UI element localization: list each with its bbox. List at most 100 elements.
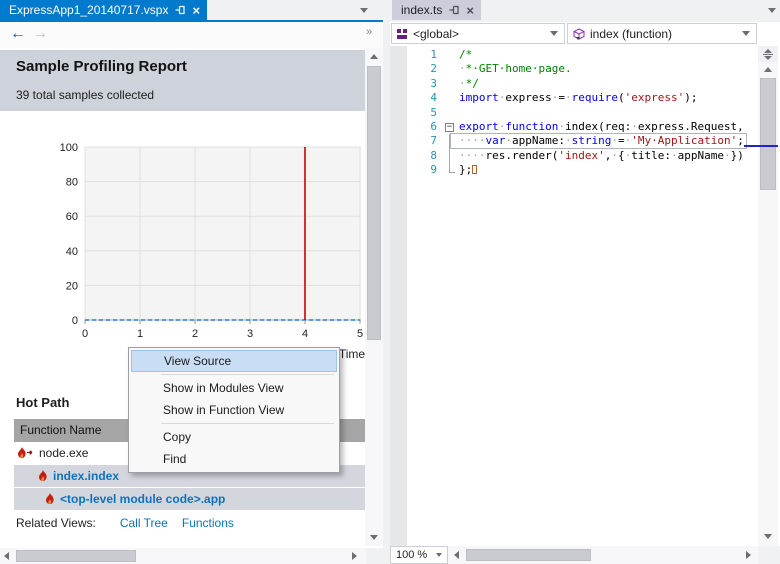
code-token: function (505, 120, 559, 133)
outline-guide-line (449, 148, 450, 164)
code-token: = (617, 134, 625, 148)
outline-guide-end (449, 171, 455, 173)
pin-icon[interactable] (449, 5, 459, 15)
fold-collapse-icon[interactable]: − (445, 122, 454, 132)
editor-zoom-dropdown[interactable]: 100 % (390, 546, 448, 564)
code-line-2[interactable]: ·*·GET·home·page. (459, 62, 756, 76)
code-token: ); (684, 91, 698, 105)
editor-bottom-bar: 100 % (390, 546, 780, 564)
svg-text:3: 3 (247, 328, 253, 340)
scope-dropdown[interactable]: <global> (391, 23, 565, 44)
code-token: appName: (512, 134, 565, 148)
scroll-left-icon[interactable] (454, 551, 459, 559)
line-number: 6 (430, 120, 437, 133)
breakpoint-margin[interactable] (390, 46, 407, 546)
function-name-label[interactable]: <top-level module code>.app (60, 488, 225, 511)
pane-separator[interactable] (383, 0, 390, 564)
cpu-usage-chart: 0 1 2 3 4 5 0 20 40 60 80 100 Time (0, 115, 390, 367)
code-line-4[interactable]: import·express·=·require('express'); (459, 91, 756, 105)
chevron-down-icon[interactable] (742, 31, 750, 36)
menu-item-show-in-modules-view[interactable]: Show in Modules View (131, 377, 337, 399)
flame-icon (39, 470, 47, 481)
related-view-link-functions[interactable]: Functions (182, 516, 234, 530)
forward-button[interactable]: → (32, 25, 48, 43)
report-title: Sample Profiling Report (16, 58, 187, 75)
left-horizontal-scrollbar[interactable] (0, 548, 366, 564)
left-vertical-scrollbar[interactable] (365, 48, 383, 546)
chevron-down-icon[interactable] (436, 553, 442, 557)
scroll-right-icon[interactable] (746, 551, 751, 559)
menu-item-find[interactable]: Find (131, 448, 337, 470)
close-icon[interactable]: × (192, 4, 200, 17)
function-name-label[interactable]: index.index (53, 465, 119, 488)
menu-item-view-source[interactable]: View Source (131, 350, 337, 372)
tab-index-ts[interactable]: index.ts × (392, 0, 481, 20)
scroll-down-icon[interactable] (764, 534, 772, 539)
code-token: · (611, 148, 618, 162)
zoom-value: 100 % (396, 549, 428, 561)
back-button[interactable]: ← (10, 25, 26, 43)
right-tab-strip: index.ts × (390, 0, 780, 22)
hot-path-title: Hot Path (16, 395, 70, 410)
code-token: express (505, 91, 552, 105)
svg-text:100: 100 (60, 142, 78, 154)
scroll-right-icon[interactable] (352, 552, 357, 560)
right-vscroll-thumb[interactable] (760, 78, 776, 190)
member-dropdown[interactable]: index (function) (567, 23, 757, 44)
module-icon (397, 28, 408, 39)
chevron-down-icon[interactable] (550, 31, 558, 36)
menu-item-copy[interactable]: Copy (131, 426, 337, 448)
report-header: Sample Profiling Report 39 total samples… (0, 50, 365, 111)
code-token: · (505, 134, 512, 148)
line-number: 7 (430, 134, 437, 148)
scroll-up-icon[interactable] (370, 54, 378, 59)
code-token: ; (737, 134, 744, 148)
svg-text:80: 80 (66, 177, 78, 189)
code-line-8[interactable]: ····res.render('index',·{·title:·appName… (459, 149, 756, 163)
left-tab-strip: ExpressApp1_20140717.vspx × (0, 0, 390, 22)
code-line-5[interactable] (459, 106, 756, 120)
tab-well-dropdown-icon[interactable] (768, 8, 776, 13)
code-token: title: (631, 148, 671, 162)
code-token: appName (677, 148, 724, 162)
code-token: ( (617, 91, 625, 105)
tab-well-dropdown-icon[interactable] (360, 8, 368, 13)
scope-value: <global> (413, 26, 460, 41)
right-hscroll-thumb[interactable] (466, 549, 591, 561)
code-token: 'index' (558, 148, 605, 162)
menu-separator (161, 423, 334, 424)
code-line-9[interactable]: }; (459, 163, 756, 177)
tab-expressapp-report[interactable]: ExpressApp1_20140717.vspx × (0, 0, 208, 20)
code-line-7[interactable]: ····var·appName:·string·=·'My·Applicatio… (459, 134, 756, 148)
scroll-down-icon[interactable] (370, 535, 378, 540)
scroll-left-icon[interactable] (4, 552, 9, 560)
left-hscroll-thumb[interactable] (16, 550, 136, 562)
code-token: · (611, 134, 618, 148)
svg-text:2: 2 (192, 328, 198, 340)
left-vscroll-thumb[interactable] (367, 66, 381, 340)
pin-icon[interactable] (175, 5, 186, 15)
flame-icon (46, 493, 54, 504)
close-icon[interactable]: × (466, 4, 474, 17)
svg-text:Time: Time (339, 347, 366, 361)
line-number: 3 (430, 76, 437, 90)
menu-item-show-in-function-view[interactable]: Show in Function View (131, 399, 337, 421)
code-line-1[interactable]: /* (459, 48, 756, 62)
code-editor[interactable]: 123456789 − /* ·*·GET·home·page. ·*/import… (390, 46, 758, 546)
editor-splitter-handle[interactable] (758, 46, 778, 62)
code-token: · (670, 148, 678, 162)
hot-path-row-top-level-module-code-app[interactable]: <top-level module code>.app (14, 488, 371, 511)
code-token: · (723, 148, 731, 162)
toolbar-overflow-button[interactable]: » (366, 26, 372, 38)
editor-navigation-bar: <global> index (function) (390, 22, 780, 46)
right-vertical-scrollbar[interactable] (758, 46, 778, 546)
context-menu: View Source Show in Modules View Show in F… (128, 347, 340, 473)
code-token: ···· (459, 148, 486, 162)
code-token: /* (459, 48, 473, 61)
code-line-3[interactable]: ·*/ (459, 77, 756, 91)
scroll-up-icon[interactable] (764, 67, 772, 72)
code-line-6[interactable]: export·function·index(req:·express.Reque… (459, 120, 756, 134)
caret-position-marker (744, 145, 778, 147)
related-view-link-call-tree[interactable]: Call Tree (120, 516, 168, 530)
visual-studio-window: ExpressApp1_20140717.vspx × ← → » Sample… (0, 0, 780, 564)
